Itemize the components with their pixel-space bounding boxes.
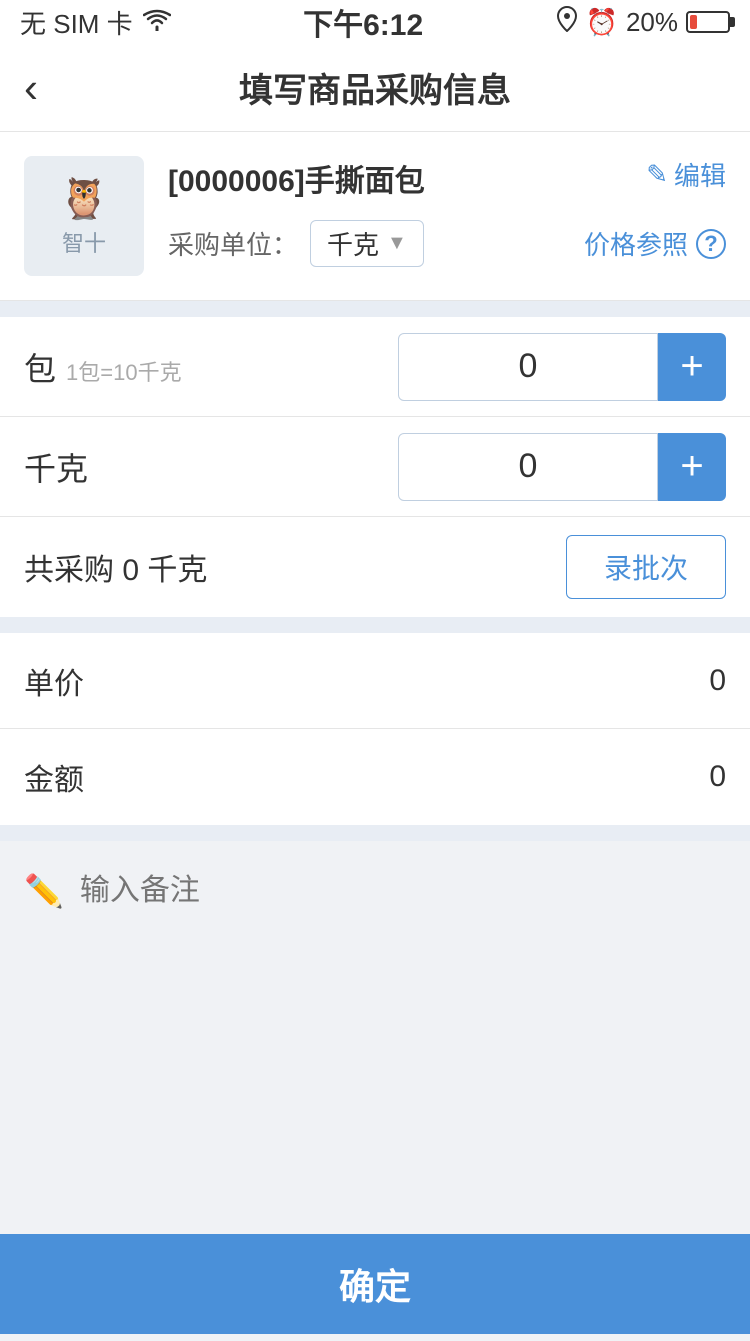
content-fill — [0, 941, 750, 1241]
battery-text: 20% — [626, 7, 678, 38]
status-time: 下午6:12 — [303, 0, 423, 44]
amount-value: 0 — [709, 760, 726, 794]
product-name: [0000006]手撕面包 — [168, 156, 626, 200]
product-name-row: [0000006]手撕面包 ✎ 编辑 — [168, 156, 726, 200]
section-divider-1 — [0, 301, 750, 317]
status-bar: 无 SIM 卡 下午6:12 ⏰ 20% — [0, 0, 750, 44]
unit-left: 采购单位： 千克 ▼ — [168, 220, 424, 267]
product-image: 🦉 智十 — [24, 156, 144, 276]
product-info: [0000006]手撕面包 ✎ 编辑 采购单位： 千克 ▼ 价格参照 ? — [168, 156, 726, 267]
kg-label: 千克 — [24, 444, 88, 490]
nav-bar: ‹ 填写商品采购信息 — [0, 44, 750, 132]
unit-price-row: 单价 0 — [0, 633, 750, 729]
location-icon — [556, 6, 578, 39]
alarm-icon: ⏰ — [586, 7, 618, 38]
total-text: 共采购 0 千克 — [24, 545, 207, 589]
bag-label-text: 包 — [24, 344, 56, 390]
edit-button[interactable]: ✎ 编辑 — [646, 156, 726, 193]
confirm-button[interactable]: 确定 — [0, 1234, 750, 1334]
bag-input-right: + — [398, 333, 726, 401]
product-card: 🦉 智十 [0000006]手撕面包 ✎ 编辑 采购单位： 千克 ▼ 价格参照 … — [0, 132, 750, 301]
battery-icon — [686, 11, 730, 33]
bag-input-row: 包 1包=10千克 + — [0, 317, 750, 417]
wifi-icon — [143, 7, 171, 38]
pencil-icon: ✏️ — [24, 872, 64, 910]
bag-label: 包 1包=10千克 — [24, 344, 182, 390]
product-logo-icon: 🦉 — [59, 175, 109, 222]
edit-label: 编辑 — [674, 156, 726, 193]
status-left: 无 SIM 卡 — [20, 4, 171, 41]
price-section: 单价 0 金额 0 — [0, 633, 750, 825]
amount-label: 金额 — [24, 755, 84, 799]
bag-plus-button[interactable]: + — [658, 333, 726, 401]
carrier-text: 无 SIM 卡 — [20, 4, 133, 41]
chevron-down-icon: ▼ — [387, 232, 407, 255]
kg-plus-button[interactable]: + — [658, 433, 726, 501]
price-reference-button[interactable]: 价格参照 ? — [584, 225, 726, 262]
total-row: 共采购 0 千克 录批次 — [0, 517, 750, 617]
back-button[interactable]: ‹ — [24, 67, 38, 109]
unit-price-value: 0 — [709, 664, 726, 698]
unit-selector[interactable]: 千克 ▼ — [310, 220, 424, 267]
section-divider-3 — [0, 825, 750, 841]
remark-section: ✏️ — [0, 841, 750, 941]
product-logo-text: 智十 — [62, 226, 106, 258]
unit-label: 采购单位： — [168, 225, 298, 262]
help-icon: ? — [696, 229, 726, 259]
price-ref-label: 价格参照 — [584, 225, 688, 262]
bag-quantity-input[interactable] — [398, 333, 658, 401]
section-divider-2 — [0, 617, 750, 633]
unit-price-label: 单价 — [24, 659, 84, 703]
edit-icon: ✎ — [646, 159, 668, 190]
bag-hint: 1包=10千克 — [66, 355, 182, 387]
kg-input-right: + — [398, 433, 726, 501]
kg-label-text: 千克 — [24, 444, 88, 490]
batch-button[interactable]: 录批次 — [566, 535, 726, 599]
status-right: ⏰ 20% — [556, 6, 730, 39]
remark-input[interactable] — [80, 874, 726, 908]
unit-value: 千克 — [327, 225, 379, 262]
page-title: 填写商品采购信息 — [239, 63, 511, 112]
kg-quantity-input[interactable] — [398, 433, 658, 501]
input-section: 包 1包=10千克 + 千克 + — [0, 317, 750, 517]
kg-input-row: 千克 + — [0, 417, 750, 517]
product-unit-row: 采购单位： 千克 ▼ 价格参照 ? — [168, 220, 726, 267]
amount-row: 金额 0 — [0, 729, 750, 825]
